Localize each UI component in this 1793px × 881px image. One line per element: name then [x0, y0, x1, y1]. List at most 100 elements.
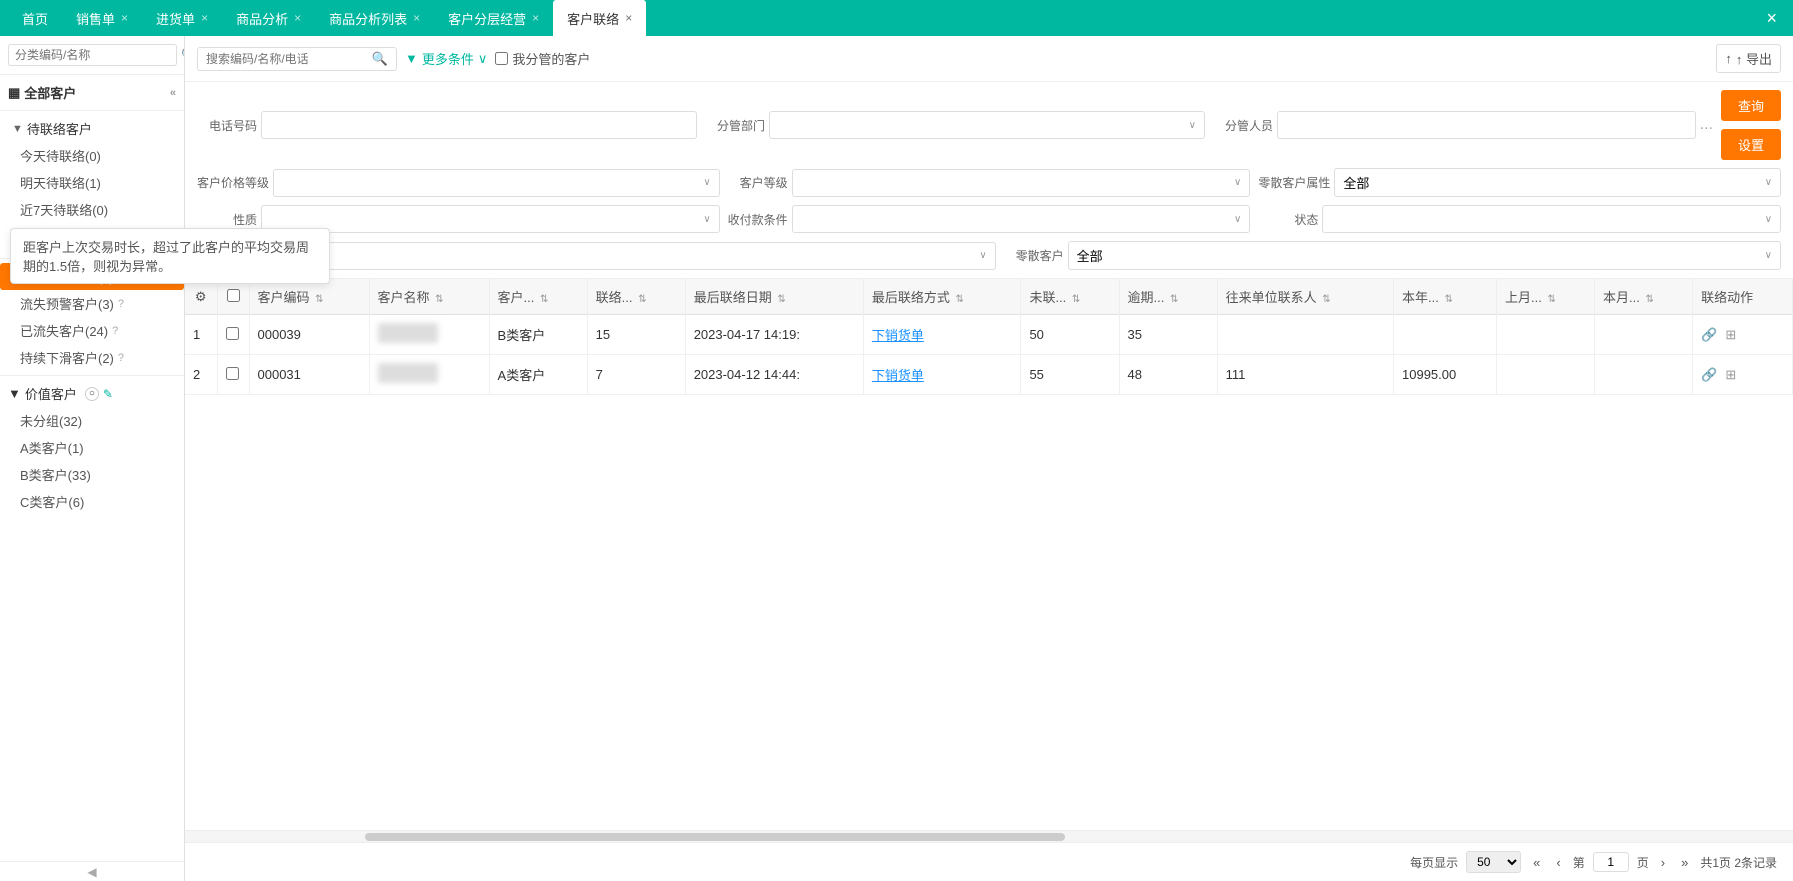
sidebar-item-ungroup[interactable]: 未分组(32): [0, 407, 184, 434]
toolbar-search-icon[interactable]: 🔍: [372, 51, 388, 67]
filter-retail-attr-select[interactable]: 全部 ∨: [1334, 168, 1781, 197]
data-table-container[interactable]: ⚙ 客户编码 ⇅ 客户名称 ⇅: [185, 279, 1793, 830]
filter-retail-customer-select[interactable]: 全部 ∨: [1068, 241, 1781, 270]
filter-person-select[interactable]: [1277, 111, 1696, 139]
setting-button[interactable]: 设置: [1721, 129, 1781, 160]
nav-customer-contact-close[interactable]: ×: [625, 11, 632, 25]
th-code[interactable]: 客户编码 ⇅: [249, 279, 369, 315]
sidebar-item-today[interactable]: 今天待联络(0): [0, 142, 184, 169]
filter-customer-type-select[interactable]: ∨: [282, 242, 995, 270]
th-last-month[interactable]: 上月... ⇅: [1496, 279, 1594, 315]
nav-customer-contact[interactable]: 客户联络 ×: [553, 0, 646, 36]
query-button[interactable]: 查询: [1721, 90, 1781, 121]
nav-product-list[interactable]: 商品分析列表 ×: [315, 0, 434, 36]
th-name[interactable]: 客户名称 ⇅: [369, 279, 489, 315]
sidebar-bottom[interactable]: ◀: [0, 861, 184, 881]
td-date-2: 2023-04-12 14:44:: [685, 355, 863, 395]
prev-page-button[interactable]: ‹: [1552, 853, 1564, 872]
scrollbar-thumb[interactable]: [365, 833, 1065, 841]
sort-icon-method: ⇅: [956, 294, 964, 305]
nav-sales-close[interactable]: ×: [121, 11, 128, 25]
th-this-year[interactable]: 本年... ⇅: [1394, 279, 1497, 315]
row-checkbox-1[interactable]: [226, 327, 239, 340]
th-last-contact-date[interactable]: 最后联络日期 ⇅: [685, 279, 863, 315]
toolbar-my-customers[interactable]: 我分管的客户: [495, 49, 590, 68]
td-checkbox-2: [217, 355, 249, 395]
sidebar-item-already-lost[interactable]: 已流失客户(24) ?: [0, 317, 184, 344]
toolbar-filter-button[interactable]: ▼ 更多条件 ∨: [405, 49, 487, 68]
filter-payment-select[interactable]: ∨: [792, 205, 1251, 233]
nav-customer-tier-close[interactable]: ×: [532, 11, 539, 25]
nav-purchase[interactable]: 进货单 ×: [142, 0, 222, 36]
chevron-down-icon-gender: ∨: [703, 214, 710, 225]
td-no-1: 1: [185, 315, 217, 355]
filter-customer-level-select[interactable]: ∨: [792, 169, 1251, 197]
filter-row-1: 电话号码 分管部门 ∨ 分管人员 ...: [197, 90, 1781, 160]
sidebar-content: ▦ 全部客户 « ▼ 待联络客户 今天待联络(0) 明天待联络(1) 近7天待联…: [0, 75, 184, 861]
per-page-select[interactable]: 50 100 200: [1466, 851, 1521, 873]
sidebar-search-input[interactable]: [8, 44, 177, 66]
nav-product-list-close[interactable]: ×: [413, 11, 420, 25]
td-unlinked-1: 50: [1021, 315, 1119, 355]
th-contact-count[interactable]: 联络... ⇅: [587, 279, 685, 315]
nav-sales[interactable]: 销售单 ×: [62, 0, 142, 36]
table-row: 2 000031 A类客户 7 2023-04-12 14:44: 下销货单 5…: [185, 355, 1793, 395]
sidebar-value-header[interactable]: ▼ 价值客户 ○ ✎: [0, 380, 184, 407]
th-checkbox: [217, 279, 249, 315]
page-number-input[interactable]: [1593, 852, 1629, 872]
th-this-month[interactable]: 本月... ⇅: [1595, 279, 1693, 315]
nav-purchase-close[interactable]: ×: [201, 11, 208, 25]
sidebar-item-continuous-down[interactable]: 持续下滑客户(2) ?: [0, 344, 184, 371]
toolbar-search-input[interactable]: [206, 52, 366, 66]
filter-status-select[interactable]: ∨: [1322, 205, 1781, 233]
filter-phone-input[interactable]: [261, 111, 697, 139]
filter-dept: 分管部门 ∨: [705, 111, 1205, 139]
sort-icon-date: ⇅: [777, 294, 785, 305]
th-unlinked[interactable]: 未联... ⇅: [1021, 279, 1119, 315]
edit-icon[interactable]: ✎: [103, 387, 113, 401]
sidebar-collapse-icon[interactable]: «: [170, 87, 176, 99]
nav-product-analysis-close[interactable]: ×: [294, 11, 301, 25]
filter-panel: 电话号码 分管部门 ∨ 分管人员 ...: [185, 82, 1793, 279]
sidebar-item-a-class[interactable]: A类客户(1): [0, 434, 184, 461]
my-customers-checkbox[interactable]: [495, 52, 508, 65]
sidebar-item-lost-preview[interactable]: 流失预警客户(3) ?: [0, 290, 184, 317]
filter-price-level-select[interactable]: ∨: [273, 169, 720, 197]
filter-dept-select[interactable]: ∨: [769, 111, 1205, 139]
sort-icon-unlinked: ⇅: [1072, 294, 1080, 305]
sidebar-item-b-class[interactable]: B类客户(33): [0, 461, 184, 488]
th-overdue[interactable]: 逾期... ⇅: [1119, 279, 1217, 315]
chevron-down-icon-payment: ∨: [1234, 214, 1241, 225]
first-page-button[interactable]: «: [1529, 853, 1544, 872]
th-last-contact-method[interactable]: 最后联络方式 ⇅: [863, 279, 1021, 315]
sidebar-pending-title[interactable]: ▼ 待联络客户: [0, 115, 184, 142]
sidebar-item-7days[interactable]: 近7天待联络(0): [0, 196, 184, 223]
sidebar-item-tomorrow[interactable]: 明天待联络(1): [0, 169, 184, 196]
td-last-month-1: [1496, 315, 1594, 355]
settings-icon[interactable]: ⚙: [195, 289, 207, 304]
next-page-button[interactable]: ›: [1657, 853, 1669, 872]
horizontal-scrollbar[interactable]: [185, 830, 1793, 842]
sidebar-item-c-class[interactable]: C类客户(6): [0, 488, 184, 515]
link-icon-1[interactable]: 🔗: [1701, 327, 1717, 343]
link-icon-2[interactable]: 🔗: [1701, 367, 1717, 383]
last-page-button[interactable]: »: [1677, 853, 1692, 872]
row-checkbox-2[interactable]: [226, 367, 239, 380]
filter-gender-select[interactable]: ∨: [261, 205, 720, 233]
sidebar-all-customers-header[interactable]: ▦ 全部客户 «: [0, 75, 184, 111]
nav-customer-tier[interactable]: 客户分层经营 ×: [434, 0, 553, 36]
filter-person-ellipsis[interactable]: ...: [1700, 116, 1713, 134]
select-all-checkbox[interactable]: [227, 289, 240, 302]
nav-product-analysis[interactable]: 商品分析 ×: [222, 0, 315, 36]
chevron-down-icon-dept: ∨: [1189, 120, 1196, 131]
sort-icon-last-month: ⇅: [1547, 294, 1555, 305]
grid-icon-2[interactable]: ⊞: [1725, 367, 1736, 383]
th-type[interactable]: 客户... ⇅: [489, 279, 587, 315]
th-contact-person[interactable]: 往来单位联系人 ⇅: [1217, 279, 1393, 315]
td-no-2: 2: [185, 355, 217, 395]
nav-home[interactable]: 首页: [8, 0, 62, 36]
export-button[interactable]: ↑ ↑ 导出: [1716, 44, 1781, 73]
grid-icon-1[interactable]: ⊞: [1725, 327, 1736, 343]
window-close-button[interactable]: ×: [1758, 8, 1785, 29]
filter-phone: 电话号码: [197, 111, 697, 139]
